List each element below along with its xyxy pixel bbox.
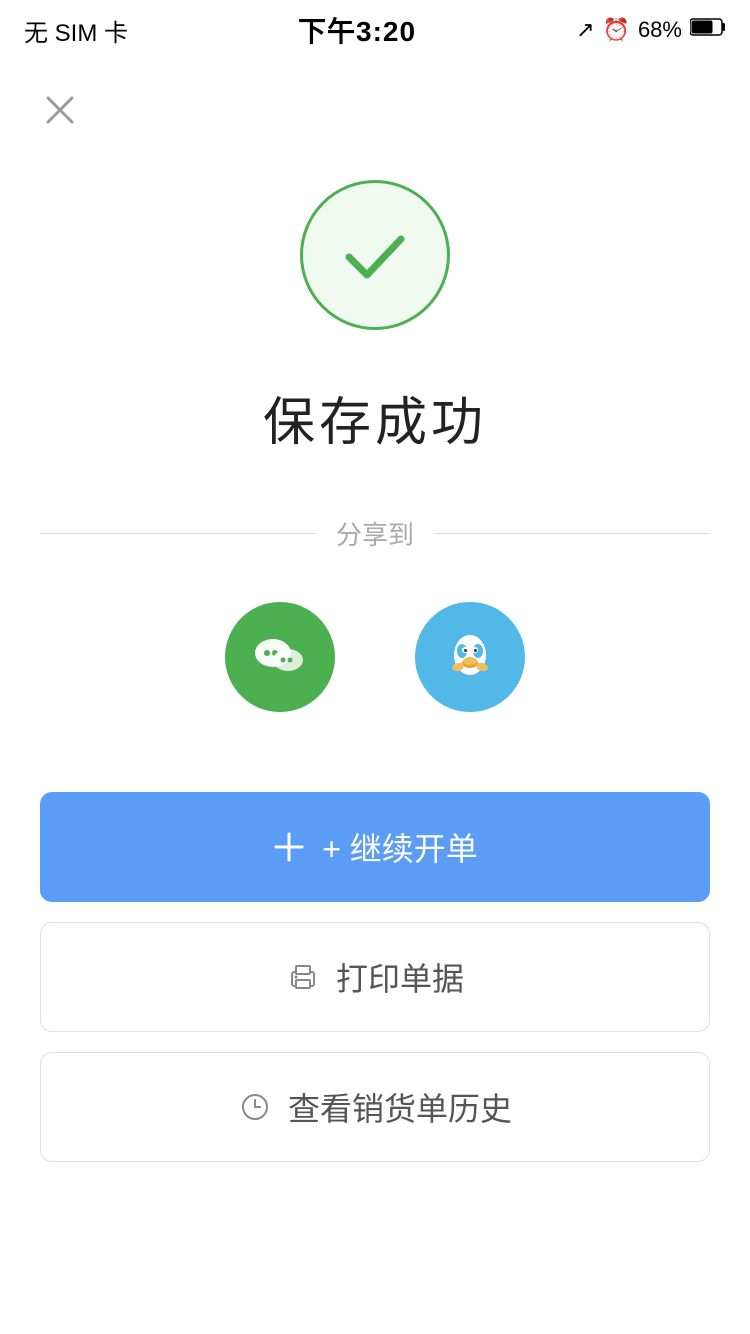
history-label: 查看销货单历史	[288, 1084, 512, 1130]
alarm-icon: ⏰	[603, 17, 630, 43]
print-button[interactable]: 打印单据	[40, 922, 710, 1032]
location-icon: ↗	[576, 17, 594, 43]
success-icon-circle	[300, 180, 450, 330]
continue-order-button[interactable]: + 继续开单	[40, 792, 710, 902]
share-icons	[40, 602, 710, 712]
status-left: 无 SIM 卡	[24, 13, 138, 48]
close-button[interactable]	[0, 80, 750, 140]
success-title: 保存成功	[263, 380, 487, 455]
battery-icon	[690, 17, 726, 43]
share-divider: 分享到	[40, 515, 710, 552]
print-label: 打印单据	[336, 954, 464, 1000]
action-buttons: + 继续开单 打印单据 查看销货单历史	[0, 792, 750, 1162]
wechat-share-button[interactable]	[225, 602, 335, 712]
battery-text: 68%	[638, 17, 682, 43]
share-section: 分享到	[0, 515, 750, 732]
continue-order-label: + 继续开单	[322, 824, 478, 870]
status-bar: 无 SIM 卡 下午3:20 ↗ ⏰ 68%	[0, 0, 750, 60]
qq-share-button[interactable]	[415, 602, 525, 712]
view-history-button[interactable]: 查看销货单历史	[40, 1052, 710, 1162]
time-display: 下午3:20	[298, 10, 416, 50]
main-content: 保存成功 分享到	[0, 60, 750, 1202]
status-right: ↗ ⏰ 68%	[576, 17, 726, 43]
share-label: 分享到	[336, 515, 414, 552]
carrier-text: 无 SIM 卡	[24, 13, 128, 48]
